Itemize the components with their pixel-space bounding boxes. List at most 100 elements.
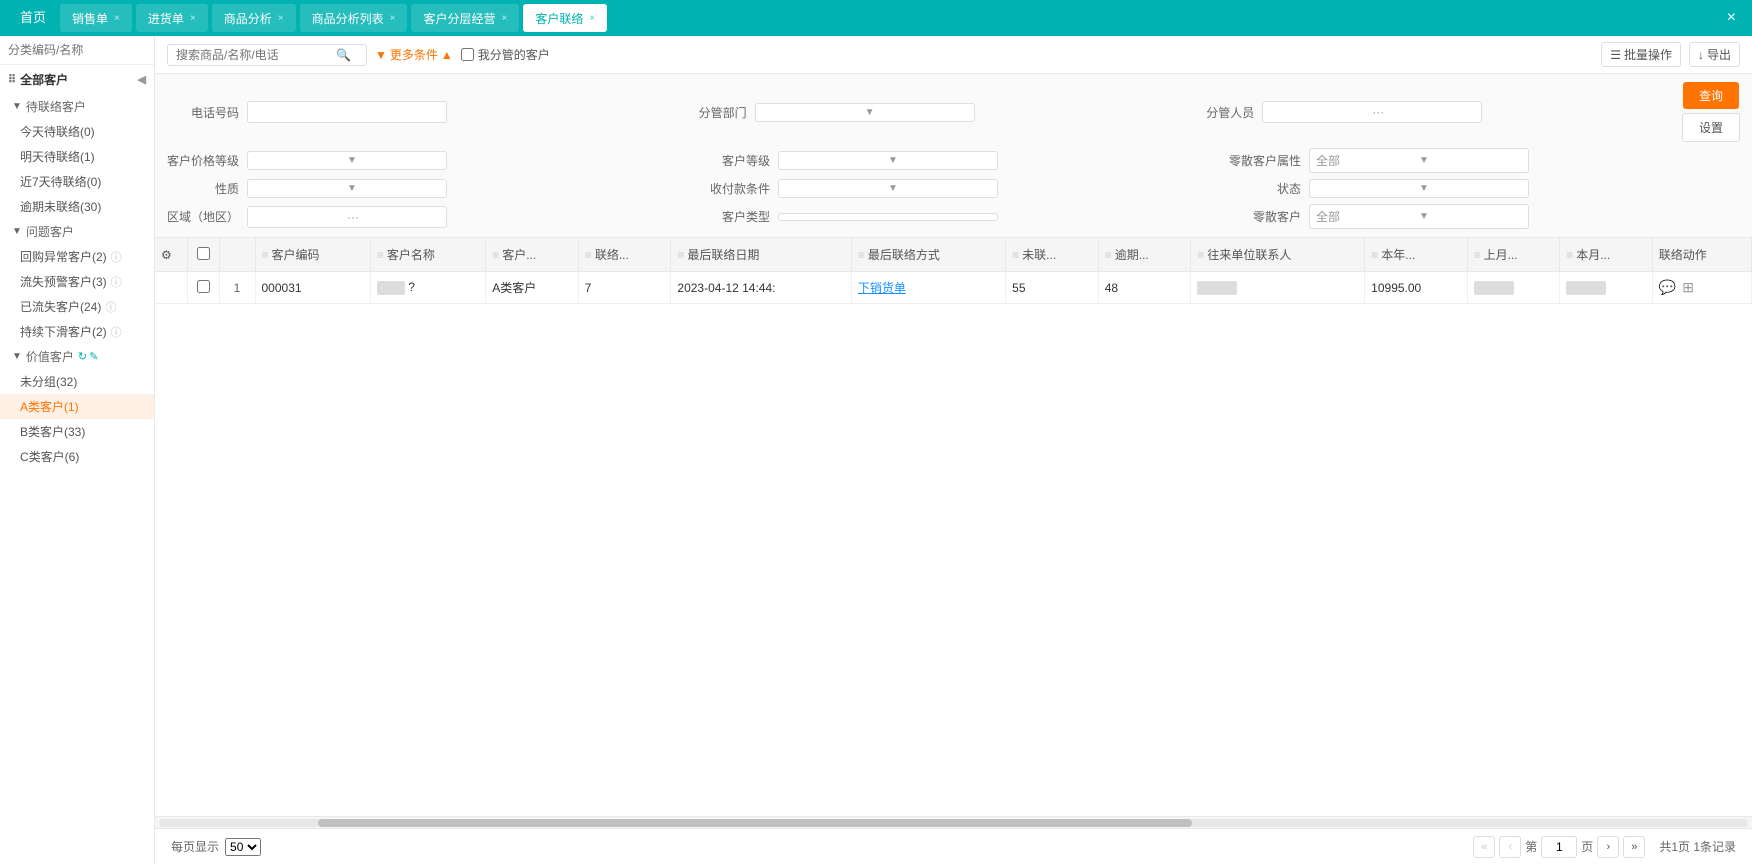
export-button[interactable]: ↓ 导出 (1689, 42, 1740, 67)
row-checkbox[interactable] (197, 280, 210, 293)
next-page-button[interactable]: › (1597, 836, 1619, 858)
last-page-button[interactable]: » (1623, 836, 1645, 858)
col-last-month[interactable]: ≡ 上月... (1467, 238, 1560, 272)
group-value-customers[interactable]: ▼ 价值客户 ↻ ✎ (0, 344, 154, 369)
sidebar-item-overdue-contact[interactable]: 逾期未联络(30) (0, 194, 154, 219)
col-name[interactable]: ≡ 客户名称 (370, 238, 485, 272)
nav-tab-customer-contact[interactable]: 客户联络 × (523, 4, 607, 32)
status-label: 状态 (1229, 180, 1309, 197)
customer-table: ⚙ ≡ 客户编码 (155, 238, 1752, 304)
row-last-method-cell: 下销货单 (851, 272, 1005, 304)
first-page-button[interactable]: « (1473, 836, 1495, 858)
col-overdue[interactable]: ≡ 逾期... (1098, 238, 1191, 272)
sidebar-item-repurchase-abnormal[interactable]: 回购异常客户(2) ⓘ (0, 244, 154, 269)
col-last-date[interactable]: ≡ 最后联络日期 (671, 238, 851, 272)
nav-tab-analysis-list[interactable]: 商品分析列表 × (300, 4, 408, 32)
retail-attr-select[interactable]: 全部 ▼ (1309, 148, 1529, 173)
retail-customer-select[interactable]: 全部 ▼ (1309, 204, 1529, 229)
retail-customer-label: 零散客户 (1229, 208, 1309, 225)
per-page-select[interactable]: 50 (225, 838, 261, 856)
group-pending-contact[interactable]: ▼ 待联络客户 (0, 94, 154, 119)
sort-icon: ≡ (1566, 248, 1573, 262)
select-all-checkbox[interactable] (197, 247, 210, 260)
person-field: 分管人员 ··· (1182, 101, 1670, 123)
close-tab-customer-contact[interactable]: × (589, 13, 595, 24)
scrollbar-thumb[interactable] (318, 819, 1192, 827)
close-tab-purchase[interactable]: × (190, 13, 196, 24)
status-select[interactable]: ▼ (1309, 179, 1529, 198)
col-this-year[interactable]: ≡ 本年... (1365, 238, 1467, 272)
sidebar-item-week-contact[interactable]: 近7天待联络(0) (0, 169, 154, 194)
all-customers-header[interactable]: ⠿ 全部客户 ◀ (0, 65, 154, 94)
sidebar-item-class-a[interactable]: A类客户(1) (0, 394, 154, 419)
sidebar-item-declining[interactable]: 持续下滑客户(2) ⓘ (0, 319, 154, 344)
horizontal-scrollbar[interactable] (155, 816, 1752, 828)
sidebar-item-unclassified[interactable]: 未分组(32) (0, 369, 154, 394)
area-dots-icon[interactable]: ··· (347, 210, 436, 224)
page-label: 第 (1525, 838, 1537, 855)
sidebar-search-input[interactable] (8, 43, 155, 57)
group-problem-customers[interactable]: ▼ 问题客户 (0, 219, 154, 244)
sidebar-item-class-b[interactable]: B类客户(33) (0, 419, 154, 444)
query-button[interactable]: 查询 (1683, 82, 1739, 109)
col-this-month[interactable]: ≡ 本月... (1560, 238, 1653, 272)
sidebar-item-churn-warning[interactable]: 流失预警客户(3) ⓘ (0, 269, 154, 294)
nav-tab-customer-tier[interactable]: 客户分层经营 × (411, 4, 519, 32)
nav-tab-analysis[interactable]: 商品分析 × (212, 4, 296, 32)
more-filters-button[interactable]: ▼ 更多条件 ▲ (375, 46, 453, 63)
price-level-select[interactable]: ▼ (247, 151, 447, 170)
dots-icon: ⠿ (8, 73, 16, 86)
close-tab-analysis[interactable]: × (278, 13, 284, 24)
info-icon: ⓘ (111, 249, 122, 265)
area-select[interactable]: ··· (247, 206, 447, 228)
close-tab-sales[interactable]: × (114, 13, 120, 24)
filter-row-3: 性质 ▼ 收付款条件 ▼ 状态 (167, 179, 1740, 198)
comment-action-icon[interactable]: 💬 (1659, 279, 1676, 296)
link-action-icon[interactable]: ⊞ (1682, 279, 1694, 296)
sidebar-item-churned[interactable]: 已流失客户(24) ⓘ (0, 294, 154, 319)
filter-bar: 🔍 ▼ 更多条件 ▲ 我分管的客户 ☰ 批量操作 ↓ 导出 (155, 36, 1752, 74)
col-code[interactable]: ≡ 客户编码 (255, 238, 370, 272)
close-tab-analysis-list[interactable]: × (390, 13, 396, 24)
prev-page-button[interactable]: ‹ (1499, 836, 1521, 858)
col-last-method[interactable]: ≡ 最后联络方式 (851, 238, 1005, 272)
batch-ops-button[interactable]: ☰ 批量操作 (1601, 42, 1681, 67)
bottom-pagination-bar: 每页显示 50 « ‹ 第 页 › » 共1页 1条记录 (155, 828, 1752, 864)
col-customer-type[interactable]: ≡ 客户... (486, 238, 579, 272)
dept-field: 分管部门 ▼ (675, 103, 1163, 122)
nav-tab-purchase[interactable]: 进货单 × (136, 4, 208, 32)
person-select[interactable]: ··· (1262, 101, 1482, 123)
main-search-input[interactable] (176, 48, 336, 62)
customer-type-select[interactable] (778, 213, 998, 221)
sidebar-item-class-c[interactable]: C类客户(6) (0, 444, 154, 469)
close-tab-customer-tier[interactable]: × (501, 13, 507, 24)
customer-level-select[interactable]: ▼ (778, 151, 998, 170)
settings-button[interactable]: 设置 (1682, 113, 1740, 142)
window-close-button[interactable]: × (1719, 9, 1744, 27)
area-label: 区域（地区） (167, 208, 247, 225)
edit-icon[interactable]: ✎ (89, 350, 98, 363)
refresh-icon[interactable]: ↻ (78, 350, 87, 363)
more-dots-icon[interactable]: ··· (1372, 105, 1471, 119)
query-btn-area: 查询 设置 (1682, 82, 1740, 142)
sidebar-item-today-contact[interactable]: 今天待联络(0) (0, 119, 154, 144)
last-method-link[interactable]: 下销货单 (858, 281, 906, 295)
dept-select[interactable]: ▼ (755, 103, 975, 122)
col-settings[interactable]: ⚙ (155, 238, 187, 272)
payment-label: 收付款条件 (698, 180, 778, 197)
col-not-contact[interactable]: ≡ 未联... (1006, 238, 1099, 272)
row-checkbox-cell (187, 272, 219, 304)
payment-select[interactable]: ▼ (778, 179, 998, 198)
page-number-input[interactable] (1541, 836, 1577, 858)
phone-input[interactable] (247, 101, 447, 123)
nav-home[interactable]: 首页 (8, 0, 58, 36)
col-unit-contact[interactable]: ≡ 往来单位联系人 (1191, 238, 1365, 272)
nav-tab-sales[interactable]: 销售单 × (60, 4, 132, 32)
my-customers-checkbox[interactable] (461, 48, 474, 61)
nature-select[interactable]: ▼ (247, 179, 447, 198)
col-contact-count[interactable]: ≡ 联络... (578, 238, 671, 272)
col-seq (219, 238, 255, 272)
row-action-buttons: 💬 ⊞ (1659, 279, 1745, 296)
sidebar-item-tomorrow-contact[interactable]: 明天待联络(1) (0, 144, 154, 169)
info-icon: ⓘ (111, 324, 122, 340)
